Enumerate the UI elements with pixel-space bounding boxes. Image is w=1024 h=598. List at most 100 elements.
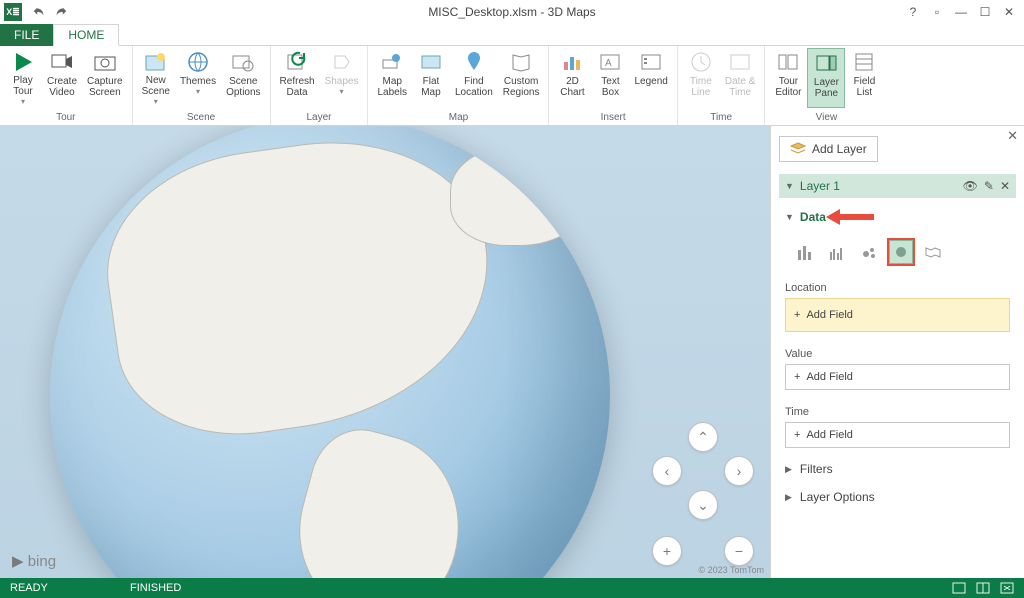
regions-icon <box>509 50 533 74</box>
camera-icon <box>93 50 117 74</box>
value-section: Value + Add Field <box>779 348 1016 390</box>
pane-icon <box>814 51 838 75</box>
layer-name: Layer 1 <box>800 179 840 193</box>
rotate-right-button[interactable]: › <box>724 456 754 486</box>
tab-file[interactable]: FILE <box>0 24 53 46</box>
copyright: © 2023 TomTom <box>699 565 765 575</box>
shapes-button: Shapes ▾ <box>320 48 364 108</box>
themes-button[interactable]: Themes ▾ <box>175 48 221 108</box>
layer-pane: ✕ Add Layer ▼ Layer 1 👁 ✎ ✕ ▼ Data <box>770 126 1024 578</box>
tilt-down-button[interactable]: ⌄ <box>688 490 718 520</box>
create-video-button[interactable]: Create Video <box>42 48 82 108</box>
map-viewport[interactable]: ⌃ ‹ › ⌄ + − ▶ bing © 2023 TomTom <box>0 126 770 578</box>
status-finished: FINISHED <box>130 582 181 594</box>
delete-icon[interactable]: ✕ <box>1000 179 1010 193</box>
viz-stacked-column-button[interactable] <box>791 238 819 266</box>
timeline-icon <box>689 50 713 74</box>
time-section: Time + Add Field <box>779 406 1016 448</box>
add-time-field-button[interactable]: + Add Field <box>785 422 1010 448</box>
text-box-button[interactable]: A Text Box <box>591 48 629 108</box>
edit-icon[interactable]: ✎ <box>984 179 994 193</box>
help-button[interactable]: ? <box>902 2 924 22</box>
tab-home[interactable]: HOME <box>53 24 119 46</box>
labels-icon <box>380 50 404 74</box>
ribbon-group-layer: Refresh Data Shapes ▾ Layer <box>271 46 369 125</box>
datetime-icon <box>728 50 752 74</box>
main-area: ⌃ ‹ › ⌄ + − ▶ bing © 2023 TomTom ✕ Add L… <box>0 126 1024 578</box>
globe <box>50 126 610 578</box>
status-view1-button[interactable] <box>952 582 966 594</box>
map-labels-button[interactable]: Map Labels <box>372 48 411 108</box>
options-icon <box>231 50 255 74</box>
layer-pane-button[interactable]: Layer Pane <box>807 48 845 108</box>
layer-header[interactable]: ▼ Layer 1 👁 ✎ ✕ <box>779 174 1016 198</box>
expand-icon: ▶ <box>785 492 792 503</box>
find-location-button[interactable]: Find Location <box>450 48 498 108</box>
zoom-out-button[interactable]: − <box>724 536 754 566</box>
scene-icon <box>144 50 168 73</box>
plus-icon: + <box>794 429 800 441</box>
rotate-left-button[interactable]: ‹ <box>652 456 682 486</box>
plus-icon: + <box>794 371 800 383</box>
flatmap-icon <box>419 50 443 74</box>
shapes-icon <box>330 50 354 74</box>
collapse-icon: ▼ <box>785 212 794 222</box>
ribbon-group-scene: New Scene ▾ Themes ▾ Scene Options Scene <box>133 46 271 125</box>
location-section: Location + Add Field <box>779 282 1016 332</box>
data-section-header[interactable]: ▼ Data <box>779 208 1016 226</box>
status-bar: READY FINISHED <box>0 578 1024 598</box>
excel-icon: X≣ <box>4 3 22 21</box>
scene-options-button[interactable]: Scene Options <box>221 48 265 108</box>
bing-logo: ▶ bing <box>12 552 56 570</box>
ribbon-group-insert: 2D Chart A Text Box Legend Insert <box>549 46 677 125</box>
landmass <box>450 146 590 246</box>
capture-screen-button[interactable]: Capture Screen <box>82 48 128 108</box>
ribbon-group-time: Time Line Date & Time Time <box>678 46 766 125</box>
add-value-field-button[interactable]: + Add Field <box>785 364 1010 390</box>
custom-regions-button[interactable]: Custom Regions <box>498 48 545 108</box>
maximize-button[interactable]: ☐ <box>974 2 996 22</box>
tilt-up-button[interactable]: ⌃ <box>688 422 718 452</box>
chevron-down-icon: ▾ <box>340 87 344 96</box>
status-view2-button[interactable] <box>976 582 990 594</box>
new-scene-button[interactable]: New Scene ▾ <box>137 48 175 108</box>
play-tour-button[interactable]: Play Tour ▾ <box>4 48 42 108</box>
field-list-button[interactable]: Field List <box>845 48 883 108</box>
eye-icon[interactable]: 👁 <box>963 179 978 193</box>
tour-editor-button[interactable]: Tour Editor <box>769 48 807 108</box>
viz-bubble-button[interactable] <box>855 238 883 266</box>
2d-chart-button[interactable]: 2D Chart <box>553 48 591 108</box>
close-button[interactable]: ✕ <box>998 2 1020 22</box>
zoom-in-button[interactable]: + <box>652 536 682 566</box>
layer-options-section-header[interactable]: ▶ Layer Options <box>779 490 1016 504</box>
ribbon-options-button[interactable]: ▫ <box>926 2 948 22</box>
refresh-data-button[interactable]: Refresh Data <box>275 48 320 108</box>
landmass <box>279 418 480 578</box>
viz-region-button[interactable] <box>919 238 947 266</box>
pin-icon <box>462 50 486 74</box>
window-title: MISC_Desktop.xlsm - 3D Maps <box>0 5 1024 19</box>
legend-button[interactable]: Legend <box>629 48 672 108</box>
ribbon-group-map: Map Labels Flat Map Find Location Custom… <box>368 46 549 125</box>
visualization-type-row <box>791 238 1016 266</box>
add-layer-button[interactable]: Add Layer <box>779 136 878 162</box>
ribbon: Play Tour ▾ Create Video Capture Screen … <box>0 46 1024 126</box>
collapse-icon: ▼ <box>785 181 794 191</box>
chevron-down-icon: ▾ <box>21 97 25 106</box>
ribbon-group-tour: Play Tour ▾ Create Video Capture Screen … <box>0 46 133 125</box>
flat-map-button[interactable]: Flat Map <box>412 48 450 108</box>
add-location-field-button[interactable]: + Add Field <box>785 298 1010 332</box>
minimize-button[interactable]: — <box>950 2 972 22</box>
play-icon <box>11 50 35 73</box>
quick-access-toolbar: X≣ MISC_Desktop.xlsm - 3D Maps ? ▫ — ☐ ✕ <box>0 0 1024 24</box>
status-view3-button[interactable] <box>1000 582 1014 594</box>
legend-icon <box>639 50 663 74</box>
chart-icon <box>560 50 584 74</box>
undo-button[interactable] <box>28 2 50 22</box>
filters-section-header[interactable]: ▶ Filters <box>779 462 1016 476</box>
viz-heatmap-button[interactable] <box>887 238 915 266</box>
viz-clustered-column-button[interactable] <box>823 238 851 266</box>
expand-icon: ▶ <box>785 464 792 475</box>
pane-close-button[interactable]: ✕ <box>1007 128 1018 144</box>
redo-button[interactable] <box>50 2 72 22</box>
